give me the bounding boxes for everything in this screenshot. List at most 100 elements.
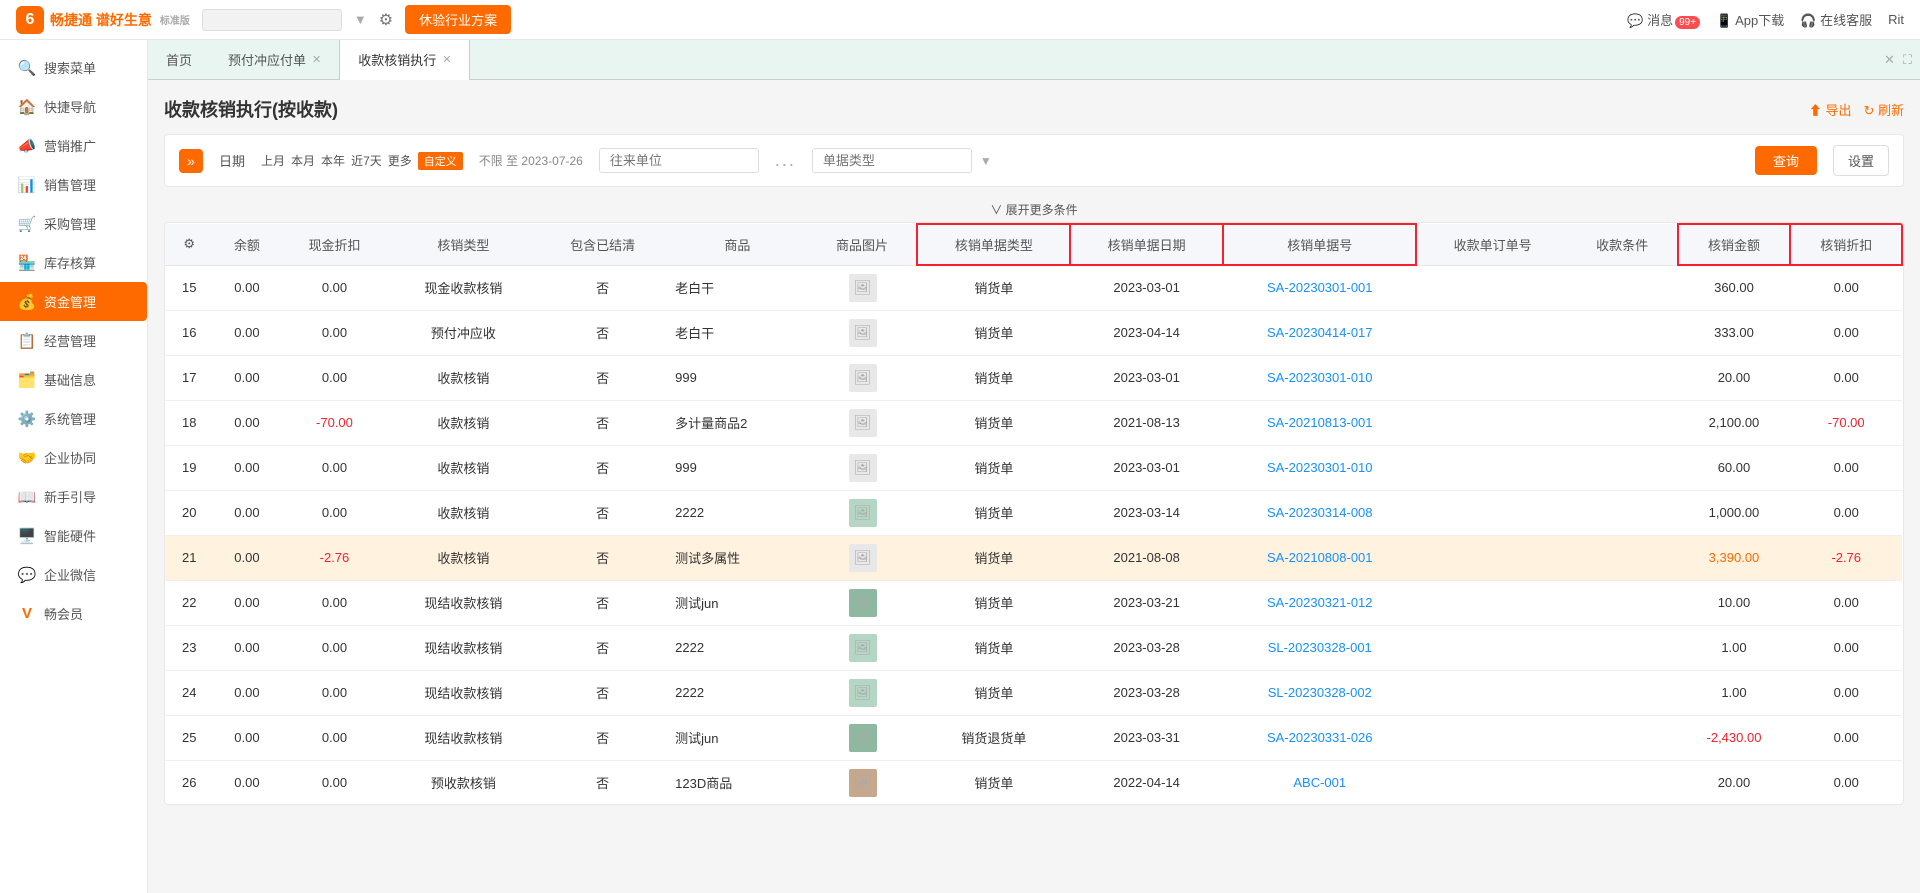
- sidebar-item-base[interactable]: 🗂️ 基础信息: [0, 360, 147, 399]
- row-verify-bill-no[interactable]: SA-20230414-017: [1223, 310, 1416, 355]
- row-verify-bill-no[interactable]: SA-20230314-008: [1223, 490, 1416, 535]
- export-button[interactable]: ⬆ 导出: [1809, 100, 1852, 119]
- logo-text: 畅捷通 谱好生意: [50, 10, 152, 30]
- row-goods-img: 🖼: [808, 715, 918, 760]
- sales-icon: 📊: [18, 176, 36, 194]
- row-verify-bill-no[interactable]: SL-20230328-002: [1223, 670, 1416, 715]
- date-more[interactable]: 更多: [388, 152, 412, 170]
- row-goods-img: 🖼: [808, 355, 918, 400]
- row-goods: 老白干: [667, 265, 807, 310]
- sidebar-item-system[interactable]: ⚙️ 系统管理: [0, 399, 147, 438]
- sidebar-item-finance[interactable]: 💰 资金管理: [0, 282, 147, 321]
- window-maximize-icon[interactable]: ⛶: [1903, 52, 1912, 68]
- sidebar-item-purchase[interactable]: 🛒 采购管理: [0, 204, 147, 243]
- col-icon[interactable]: ⚙: [165, 224, 213, 265]
- sidebar-item-marketing[interactable]: 📣 营销推广: [0, 126, 147, 165]
- row-verify-discount: 0.00: [1790, 670, 1902, 715]
- filter-bar: » 日期 上月 本月 本年 近7天 更多 自定义 不限 至 2023-07-26…: [164, 134, 1904, 187]
- row-verify-bill-no[interactable]: SA-20230331-026: [1223, 715, 1416, 760]
- row-verify-bill-no[interactable]: SA-20230301-001: [1223, 265, 1416, 310]
- date-this-year[interactable]: 本年: [321, 152, 345, 170]
- row-receipt-condition: [1568, 715, 1678, 760]
- message-icon[interactable]: 💬 消息99+: [1627, 10, 1700, 29]
- row-no: 23: [165, 625, 213, 670]
- row-cash-discount: 0.00: [280, 445, 388, 490]
- sidebar-item-sales[interactable]: 📊 销售管理: [0, 165, 147, 204]
- voucher-type-filter-input[interactable]: [812, 148, 972, 173]
- row-receipt-order-no: [1416, 490, 1567, 535]
- row-verify-bill-no[interactable]: SA-20230301-010: [1223, 355, 1416, 400]
- row-receipt-condition: [1568, 670, 1678, 715]
- row-verify-bill-type: 销货单: [917, 445, 1070, 490]
- date-7days[interactable]: 近7天: [351, 152, 382, 170]
- row-receipt-order-no: [1416, 535, 1567, 580]
- date-range-display: 不限 至 2023-07-26: [479, 152, 583, 169]
- row-verify-bill-no[interactable]: ABC-001: [1223, 760, 1416, 805]
- filter-expand-button[interactable]: »: [179, 149, 203, 173]
- date-this-month[interactable]: 本月: [291, 152, 315, 170]
- table-row: 16 0.00 0.00 预付冲应收 否 老白干 🖼 销货单 2023-04-1…: [165, 310, 1902, 355]
- col-goods-img: 商品图片: [808, 224, 918, 265]
- sidebar-item-wechat[interactable]: 💬 企业微信: [0, 555, 147, 594]
- expand-more-row[interactable]: ∨ 展开更多条件: [164, 197, 1904, 222]
- sidebar-item-vip[interactable]: V 畅会员: [0, 594, 147, 633]
- sidebar-item-inventory[interactable]: 🏪 库存核算: [0, 243, 147, 282]
- sidebar-item-shortcut[interactable]: 🏠 快捷导航: [0, 87, 147, 126]
- row-goods-img: 🖼: [808, 580, 918, 625]
- col-receipt-order-no: 收款单订单号: [1416, 224, 1567, 265]
- tab-close-receipt[interactable]: ✕: [442, 53, 451, 66]
- sidebar-item-label: 营销推广: [44, 136, 96, 155]
- row-cash-discount: 0.00: [280, 760, 388, 805]
- row-include-settled: 否: [538, 625, 667, 670]
- app-download-icon[interactable]: 📱 App下载: [1716, 10, 1784, 29]
- date-last-month[interactable]: 上月: [261, 152, 285, 170]
- row-verify-bill-no[interactable]: SL-20230328-001: [1223, 625, 1416, 670]
- table-row: 22 0.00 0.00 现结收款核销 否 测试jun 🖼 销货单 2023-0…: [165, 580, 1902, 625]
- partner-filter-input[interactable]: [599, 148, 759, 173]
- logo-icon: 6: [16, 6, 44, 34]
- tab-prepay[interactable]: 预付冲应付单 ✕: [210, 40, 340, 80]
- row-verify-bill-no[interactable]: SA-20230321-012: [1223, 580, 1416, 625]
- date-custom[interactable]: 自定义: [418, 152, 463, 170]
- sidebar-item-hardware[interactable]: 🖥️ 智能硬件: [0, 516, 147, 555]
- username-display: Rit: [1888, 12, 1904, 27]
- partner-dots-icon[interactable]: ...: [775, 150, 796, 171]
- setting-button[interactable]: 设置: [1833, 145, 1889, 176]
- online-service-icon[interactable]: 🎧 在线客服: [1800, 10, 1872, 29]
- row-verify-amount: 60.00: [1678, 445, 1791, 490]
- search-button[interactable]: 查询: [1755, 146, 1817, 175]
- sidebar-item-business[interactable]: 📋 经营管理: [0, 321, 147, 360]
- row-verify-bill-date: 2023-04-14: [1070, 310, 1223, 355]
- tab-bar-right: ✕ ⛶: [1884, 52, 1920, 68]
- row-no: 18: [165, 400, 213, 445]
- row-verify-bill-type: 销货单: [917, 580, 1070, 625]
- row-verify-bill-no[interactable]: SA-20210813-001: [1223, 400, 1416, 445]
- sidebar-item-search[interactable]: 🔍 搜索菜单: [0, 48, 147, 87]
- tab-close-prepay[interactable]: ✕: [312, 53, 321, 66]
- tab-receipt[interactable]: 收款核销执行 ✕: [340, 40, 470, 80]
- col-verify-discount: 核销折扣: [1790, 224, 1902, 265]
- sidebar-item-enterprise[interactable]: 🤝 企业协同: [0, 438, 147, 477]
- row-balance: 0.00: [213, 670, 280, 715]
- window-close-icon[interactable]: ✕: [1884, 52, 1895, 68]
- table-row: 24 0.00 0.00 现结收款核销 否 2222 🖼 销货单 2023-03…: [165, 670, 1902, 715]
- refresh-button[interactable]: ↻ 刷新: [1863, 100, 1904, 119]
- industry-solution-button[interactable]: 休验行业方案: [405, 5, 511, 34]
- page-title-actions: ⬆ 导出 ↻ 刷新: [1809, 100, 1904, 119]
- row-verify-bill-no[interactable]: SA-20210808-001: [1223, 535, 1416, 580]
- row-goods: 2222: [667, 670, 807, 715]
- row-no: 21: [165, 535, 213, 580]
- row-verify-bill-no[interactable]: SA-20230301-010: [1223, 445, 1416, 490]
- col-include-settled: 包含已结清: [538, 224, 667, 265]
- voucher-type-dropdown-icon[interactable]: ▼: [980, 154, 992, 168]
- tab-home[interactable]: 首页: [148, 50, 210, 69]
- row-balance: 0.00: [213, 310, 280, 355]
- search-dropdown-icon[interactable]: ▼: [354, 12, 367, 27]
- main-content: 首页 预付冲应付单 ✕ 收款核销执行 ✕ ✕ ⛶ 收款核销执行(按收款) ⬆ 导…: [148, 40, 1920, 893]
- row-balance: 0.00: [213, 400, 280, 445]
- top-search-input[interactable]: [202, 9, 342, 31]
- row-verify-bill-type: 销货单: [917, 355, 1070, 400]
- row-receipt-order-no: [1416, 625, 1567, 670]
- sidebar-item-guide[interactable]: 📖 新手引导: [0, 477, 147, 516]
- settings-gear-icon[interactable]: ⚙: [379, 10, 393, 30]
